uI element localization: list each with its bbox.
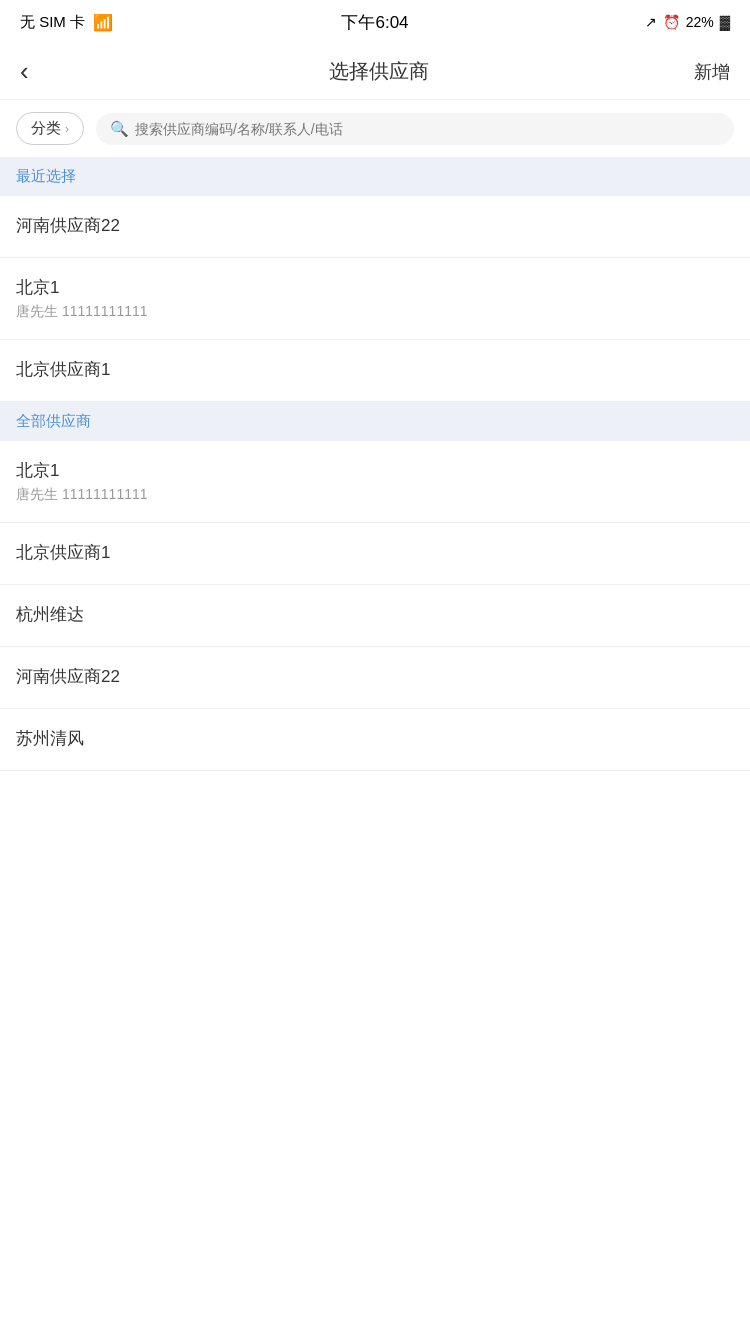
- nav-bar: ‹ 选择供应商 新增: [0, 44, 750, 100]
- item-sub: 唐先生 11111111111: [16, 486, 734, 504]
- battery-text: 22%: [686, 14, 714, 30]
- filter-bar: 分类 › 🔍: [0, 100, 750, 157]
- item-name: 河南供应商22: [16, 665, 734, 688]
- list-item[interactable]: 北京供应商1: [0, 523, 750, 585]
- battery-icon: ▓: [720, 14, 730, 30]
- list-item[interactable]: 苏州清风: [0, 709, 750, 771]
- status-bar: 无 SIM 卡 📶 下午6:04 ↗ ⏰ 22% ▓: [0, 0, 750, 44]
- chevron-right-icon: ›: [65, 122, 69, 136]
- back-button[interactable]: ‹: [20, 56, 64, 87]
- status-right: ↗ ⏰ 22% ▓: [645, 14, 730, 30]
- search-box: 🔍: [96, 113, 734, 145]
- item-name: 北京1: [16, 459, 734, 482]
- add-button[interactable]: 新增: [694, 60, 730, 84]
- search-input[interactable]: [135, 121, 720, 137]
- item-name: 杭州维达: [16, 603, 734, 626]
- item-name: 北京1: [16, 276, 734, 299]
- recent-section-header: 最近选择: [0, 157, 750, 196]
- all-list: 北京1 唐先生 11111111111 北京供应商1 杭州维达河南供应商22 苏州清风: [0, 441, 750, 771]
- list-item[interactable]: 河南供应商22: [0, 647, 750, 709]
- list-item[interactable]: 北京1 唐先生 11111111111: [0, 441, 750, 523]
- category-button[interactable]: 分类 ›: [16, 112, 84, 145]
- status-left: 无 SIM 卡 📶: [20, 13, 113, 32]
- list-item[interactable]: 北京供应商1: [0, 340, 750, 402]
- search-icon: 🔍: [110, 120, 129, 138]
- all-section-header: 全部供应商: [0, 402, 750, 441]
- item-sub: 唐先生 11111111111: [16, 303, 734, 321]
- item-name: 河南供应商22: [16, 214, 734, 237]
- no-sim-text: 无 SIM 卡: [20, 13, 85, 32]
- item-name: 苏州清风: [16, 727, 734, 750]
- recent-list: 河南供应商22 北京1 唐先生 11111111111 北京供应商1: [0, 196, 750, 402]
- list-item[interactable]: 河南供应商22: [0, 196, 750, 258]
- alarm-icon: ⏰: [663, 14, 680, 30]
- location-icon: ↗: [645, 14, 657, 30]
- category-label: 分类: [31, 119, 61, 138]
- list-item[interactable]: 北京1 唐先生 11111111111: [0, 258, 750, 340]
- page-title: 选择供应商: [329, 58, 429, 85]
- item-name: 北京供应商1: [16, 541, 734, 564]
- status-time: 下午6:04: [341, 11, 408, 34]
- wifi-icon: 📶: [93, 13, 113, 32]
- list-item[interactable]: 杭州维达: [0, 585, 750, 647]
- item-name: 北京供应商1: [16, 358, 734, 381]
